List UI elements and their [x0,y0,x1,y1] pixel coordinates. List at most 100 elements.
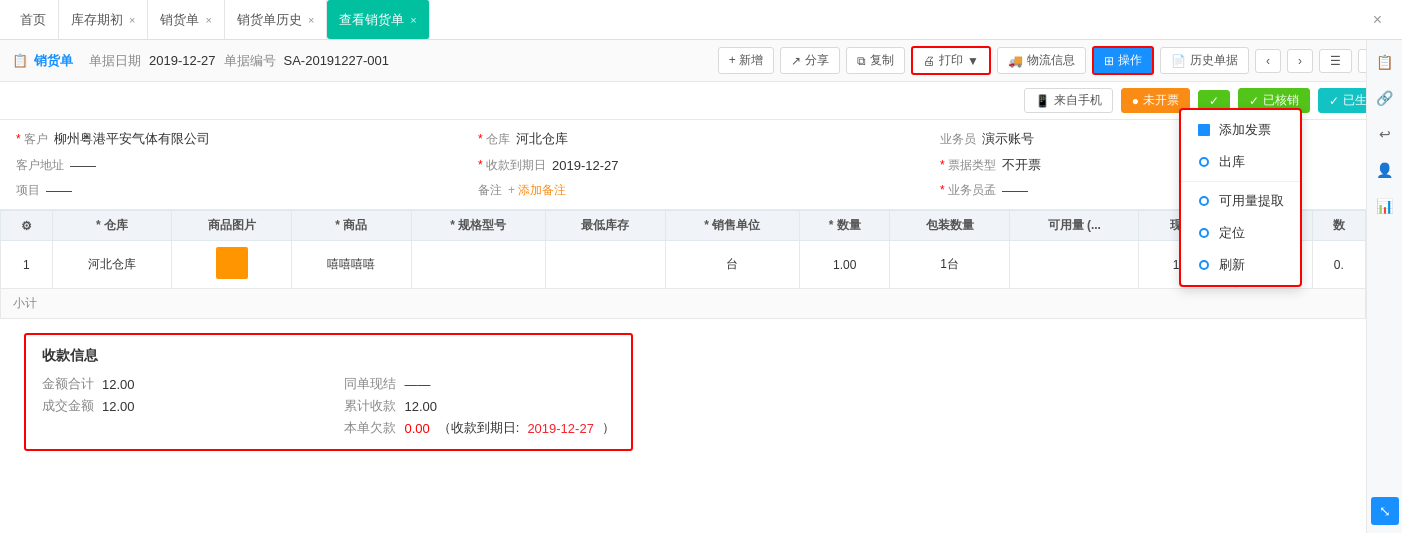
operation-button[interactable]: ⊞ 操作 [1092,46,1154,75]
invoice-type-value: 不开票 [1002,156,1041,174]
sales-order-icon: 📋 [12,53,28,68]
effective-icon: ✓ [1329,94,1339,108]
add-button[interactable]: + 新增 [718,47,774,74]
doc-header: 📋 销货单 单据日期 2019-12-27 单据编号 SA-20191227-0… [0,40,1402,82]
deal-amount-row: 成交金额 12.00 [42,397,312,415]
list-view-button[interactable]: ☰ [1319,49,1352,73]
tab-sales-history[interactable]: 销货单历史 × [225,0,327,39]
date-label: 单据日期 [89,52,141,70]
product-image [216,247,248,279]
sidebar-icon-2[interactable]: 🔗 [1371,84,1399,112]
list-view-icon: ☰ [1330,54,1341,68]
right-sidebar: 📋 🔗 ↩ 👤 📊 ⤡ [1366,40,1402,533]
history-icon: 📄 [1171,54,1186,68]
sidebar-icon-3[interactable]: ↩ [1371,120,1399,148]
tab-sales-order-close[interactable]: × [205,14,211,26]
warehouse-label: 仓库 [478,131,510,148]
operation-dropdown: 添加发票 出库 可用量提取 定位 刷新 [1179,108,1302,287]
balance-row: 本单欠款 0.00 （收款到期日: 2019-12-27 ） [344,419,614,437]
invoice-type-row: 票据类型 不开票 [940,156,1386,174]
prev-button[interactable]: ‹ [1255,49,1281,73]
sold-icon: ✓ [1249,94,1259,108]
doc-title: 销货单 [34,52,73,70]
payment-info-box: 收款信息 金额合计 12.00 同单现结 —— 成交金额 12.00 累计收款 … [24,333,633,451]
warehouse-value: 河北仓库 [516,130,568,148]
invoice-type-label: 票据类型 [940,157,996,174]
payment-info-grid: 金额合计 12.00 同单现结 —— 成交金额 12.00 累计收款 12.00… [42,375,615,437]
balance-value: 0.00 [404,421,429,436]
subtotal-row: 小计 [1,289,1366,319]
sidebar-icon-1[interactable]: 📋 [1371,48,1399,76]
tab-home[interactable]: 首页 [8,0,59,39]
main-content: 📋 销货单 单据日期 2019-12-27 单据编号 SA-20191227-0… [0,40,1402,533]
share-button[interactable]: ↗ 分享 [780,47,840,74]
salesperson-value: —— [1002,183,1028,198]
doc-meta: 单据日期 2019-12-27 单据编号 SA-20191227-001 [89,52,389,70]
payment-info-title: 收款信息 [42,347,615,365]
tab-bar: 首页 库存期初 × 销货单 × 销货单历史 × 查看销货单 × × [0,0,1402,40]
payment-date-label: 收款到期日 [478,157,546,174]
row-sales-unit: 台 [665,241,799,289]
col-qty: * 数量 [800,211,890,241]
cumulative-value: 12.00 [404,399,437,414]
sidebar-expand-icon[interactable]: ⤡ [1371,497,1399,525]
row-qty: 1.00 [800,241,890,289]
dropdown-divider [1181,181,1300,182]
operation-icon: ⊞ [1104,54,1114,68]
phone-icon: 📱 [1035,94,1050,108]
employee-label: 业务员 [940,131,976,148]
tab-sales-history-close[interactable]: × [308,14,314,26]
project-value: —— [46,183,72,198]
dropdown-outbound[interactable]: 出库 [1181,146,1300,178]
from-phone-button[interactable]: 📱 来自手机 [1024,88,1113,113]
col-other: 数 [1312,211,1365,241]
customer-row: 客户 柳州粤港平安气体有限公司 [16,130,462,148]
warehouse-row: 仓库 河北仓库 [478,130,924,148]
col-settings[interactable]: ⚙ [1,211,53,241]
tab-view-sales[interactable]: 查看销货单 × [327,0,429,39]
window-close-button[interactable]: × [1361,11,1394,29]
no-value: SA-20191227-001 [284,53,390,68]
dropdown-available-qty[interactable]: 可用量提取 [1181,185,1300,217]
project-label: 项目 [16,182,40,199]
add-invoice-icon [1197,123,1211,137]
payment-date-value: 2019-12-27 [552,158,619,173]
copy-button[interactable]: ⧉ 复制 [846,47,905,74]
dropdown-locate[interactable]: 定位 [1181,217,1300,249]
refresh-icon [1197,258,1211,272]
deal-amount-value: 12.00 [102,399,135,414]
salesperson-row: 业务员孟 —— [940,182,1386,199]
same-order-value: —— [404,377,430,392]
logistics-icon: 🚚 [1008,54,1023,68]
history-button[interactable]: 📄 历史单据 [1160,47,1249,74]
salesperson-label: 业务员孟 [940,182,996,199]
sidebar-icon-4[interactable]: 👤 [1371,156,1399,184]
row-other: 0. [1312,241,1365,289]
same-order-label: 同单现结 [344,375,396,393]
employee-row: 业务员 演示账号 [940,130,1386,148]
tab-inventory-init[interactable]: 库存期初 × [59,0,148,39]
invoice-icon: ● [1132,94,1139,108]
customer-value: 柳州粤港平安气体有限公司 [54,130,210,148]
tab-sales-order[interactable]: 销货单 × [148,0,224,39]
sidebar-icon-5[interactable]: 📊 [1371,192,1399,220]
print-button[interactable]: 🖨 打印 ▼ [911,46,991,75]
next-button[interactable]: › [1287,49,1313,73]
col-warehouse: * 仓库 [52,211,172,241]
date-value: 2019-12-27 [149,53,216,68]
bottom-section: 收款信息 金额合计 12.00 同单现结 —— 成交金额 12.00 累计收款 … [0,319,1402,465]
dropdown-refresh[interactable]: 刷新 [1181,249,1300,281]
dropdown-add-invoice[interactable]: 添加发票 [1181,114,1300,146]
total-amount-value: 12.00 [102,377,135,392]
print-icon: 🖨 [923,54,935,68]
tab-inventory-close[interactable]: × [129,14,135,26]
toolbar: + 新增 ↗ 分享 ⧉ 复制 🖨 打印 ▼ 🚚 物流信息 ⊞ 操作 [718,46,1390,75]
products-table: ⚙ * 仓库 商品图片 * 商品 * 规格型号 最低库存 * 销售单位 * 数量… [0,210,1366,319]
tab-view-sales-close[interactable]: × [410,14,416,26]
add-note-button[interactable]: 添加备注 [508,182,566,199]
logistics-button[interactable]: 🚚 物流信息 [997,47,1086,74]
row-product: 嘻嘻嘻嘻 [291,241,411,289]
note-row: 备注 添加备注 [478,182,924,199]
col-product: * 商品 [291,211,411,241]
row-spec [411,241,545,289]
